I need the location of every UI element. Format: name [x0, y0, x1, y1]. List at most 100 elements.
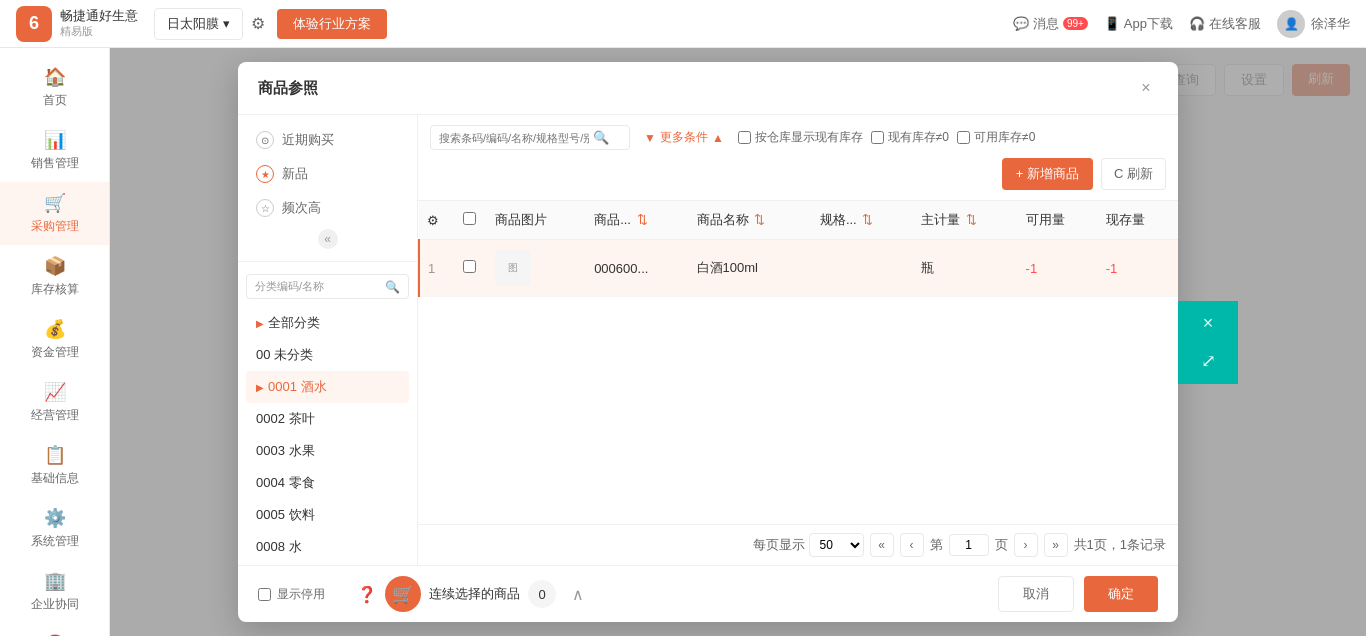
page-size-select[interactable]: 10 20 50 100	[809, 533, 864, 557]
product-thumbnail: 图	[495, 250, 531, 286]
col-code[interactable]: 商品... ⇅	[586, 201, 688, 240]
right-expand-button[interactable]: ⤢	[1201, 350, 1216, 372]
app-download-item[interactable]: 📱 App下载	[1104, 15, 1173, 33]
checkbox-warehouse-input[interactable]	[738, 131, 751, 144]
checkbox-available-not-zero[interactable]: 可用库存≠0	[957, 129, 1035, 146]
category-all[interactable]: ▶ 全部分类	[246, 307, 409, 339]
quick-recent[interactable]: ⊙ 近期购买	[246, 123, 409, 157]
row-image-cell: 图	[487, 240, 586, 297]
user-avatar-area[interactable]: 👤 徐泽华	[1277, 10, 1350, 38]
sidebar-item-finance[interactable]: 💰 资金管理	[0, 308, 109, 371]
category-0003[interactable]: 0003 水果	[246, 435, 409, 467]
prev-page-button[interactable]: ‹	[900, 533, 924, 557]
product-table-wrapper: ⚙ 商品图片	[418, 201, 1178, 524]
headset-icon: 🎧	[1189, 16, 1205, 31]
row-checkbox[interactable]	[463, 260, 476, 273]
dropdown-arrow: ▾	[223, 16, 230, 31]
recent-icon: ⊙	[256, 131, 274, 149]
more-filter-button[interactable]: ▼ 更多条件 ▲	[638, 125, 730, 150]
last-page-button[interactable]: »	[1044, 533, 1068, 557]
add-product-button[interactable]: + 新增商品	[1002, 158, 1093, 190]
filter-icon: ▼	[644, 131, 656, 145]
fold-button[interactable]: ∧	[564, 580, 592, 608]
sidebar-label-operation: 经营管理	[31, 407, 79, 424]
sidebar-item-home[interactable]: 🏠 首页	[0, 56, 109, 119]
main-layout: 🏠 首页 📊 销售管理 🛒 采购管理 📦 库存核算 💰 资金管理 📈 经营管理 …	[0, 48, 1366, 636]
category-0005[interactable]: 0005 饮料	[246, 499, 409, 531]
store-selector[interactable]: 日太阳膜 ▾	[154, 8, 243, 40]
logo-sub: 精易版	[60, 24, 138, 39]
col-settings-icon: ⚙	[427, 213, 439, 228]
sidebar-item-inventory[interactable]: 📦 库存核算	[0, 245, 109, 308]
category-0001[interactable]: ▶ 0001 酒水	[246, 371, 409, 403]
right-close-button[interactable]: ×	[1203, 313, 1214, 334]
col-checkbox[interactable]	[455, 201, 487, 240]
checkbox-stock-input[interactable]	[871, 131, 884, 144]
sidebar-item-operation[interactable]: 📈 经营管理	[0, 371, 109, 434]
show-disabled-label: 显示停用	[277, 586, 325, 603]
message-icon: 💬	[1013, 16, 1029, 31]
message-item[interactable]: 💬 消息 99+	[1013, 15, 1088, 33]
category-00[interactable]: 00 未分类	[246, 339, 409, 371]
next-page-button[interactable]: ›	[1014, 533, 1038, 557]
col-settings[interactable]: ⚙	[419, 201, 455, 240]
category-0002[interactable]: 0002 茶叶	[246, 403, 409, 435]
cart-icon[interactable]: 🛒	[385, 576, 421, 612]
purchase-icon: 🛒	[44, 192, 66, 214]
sidebar-item-sales[interactable]: 📊 销售管理	[0, 119, 109, 182]
total-info: 共1页，1条记录	[1074, 536, 1166, 554]
divider	[238, 261, 417, 262]
sidebar-item-basic[interactable]: 📋 基础信息	[0, 434, 109, 497]
sidebar-item-enterprise[interactable]: 🏢 企业协同	[0, 560, 109, 623]
category-0004[interactable]: 0004 零食	[246, 467, 409, 499]
product-reference-modal: 商品参照 × ⊙ 近期购买 ★ 新	[238, 62, 1178, 622]
col-spec[interactable]: 规格... ⇅	[812, 201, 913, 240]
sidebar-label-enterprise: 企业协同	[31, 596, 79, 613]
sidebar-item-guide[interactable]: 🎯 新手引导	[0, 623, 109, 636]
page-number-input[interactable]	[949, 534, 989, 556]
store-name: 日太阳膜	[167, 15, 219, 33]
product-search-box[interactable]: 🔍	[430, 125, 630, 150]
logo-name: 畅捷通好生意	[60, 8, 138, 25]
logo-area: 6 畅捷通好生意 精易版	[16, 6, 138, 42]
product-search-input[interactable]	[439, 132, 589, 144]
enterprise-icon: 🏢	[44, 570, 66, 592]
col-name[interactable]: 商品名称 ⇅	[689, 201, 812, 240]
refresh-button[interactable]: C 刷新	[1101, 158, 1166, 190]
online-service-item[interactable]: 🎧 在线客服	[1189, 15, 1261, 33]
select-all-checkbox[interactable]	[463, 212, 476, 225]
row-checkbox-cell[interactable]	[455, 240, 487, 297]
confirm-button[interactable]: 确定	[1084, 576, 1158, 612]
modal-right-panel: 🔍 ▼ 更多条件 ▲ 按仓库显示现有库存	[418, 115, 1178, 565]
page-size-selector[interactable]: 每页显示 10 20 50 100	[753, 533, 864, 557]
modal-header: 商品参照 ×	[238, 62, 1178, 115]
category-search[interactable]: 分类编码/名称 🔍	[246, 274, 409, 299]
logo-icon: 6	[16, 6, 52, 42]
first-page-button[interactable]: «	[870, 533, 894, 557]
spec-sort-icon: ⇅	[862, 212, 873, 227]
sidebar-label-system: 系统管理	[31, 533, 79, 550]
sidebar-item-system[interactable]: ⚙️ 系统管理	[0, 497, 109, 560]
help-icon: ❓	[357, 585, 377, 604]
category-search-placeholder: 分类编码/名称	[255, 279, 324, 294]
show-disabled-checkbox[interactable]	[258, 588, 271, 601]
modal-close-button[interactable]: ×	[1134, 76, 1158, 100]
cancel-button[interactable]: 取消	[998, 576, 1074, 612]
cart-count: 0	[528, 580, 556, 608]
checkbox-available-input[interactable]	[957, 131, 970, 144]
nav-right: 💬 消息 99+ 📱 App下载 🎧 在线客服 👤 徐泽华	[1013, 10, 1350, 38]
category-0008[interactable]: 0008 水	[246, 531, 409, 557]
sidebar-item-purchase[interactable]: 🛒 采购管理	[0, 182, 109, 245]
table-row[interactable]: 1 图 000600...	[419, 240, 1178, 297]
checkbox-warehouse[interactable]: 按仓库显示现有库存	[738, 129, 863, 146]
collapse-button[interactable]: «	[318, 229, 338, 249]
quick-frequent[interactable]: ☆ 频次高	[246, 191, 409, 225]
trial-button[interactable]: 体验行业方案	[277, 9, 387, 39]
content-area: 查询 设置 刷新 商品参照 × ⊙	[110, 48, 1366, 636]
quick-new[interactable]: ★ 新品	[246, 157, 409, 191]
col-unit[interactable]: 主计量 ⇅	[913, 201, 1017, 240]
checkbox-stock-not-zero[interactable]: 现有库存≠0	[871, 129, 949, 146]
settings-icon[interactable]: ⚙	[251, 14, 265, 33]
sidebar-label-home: 首页	[43, 92, 67, 109]
name-sort-icon: ⇅	[754, 212, 765, 227]
